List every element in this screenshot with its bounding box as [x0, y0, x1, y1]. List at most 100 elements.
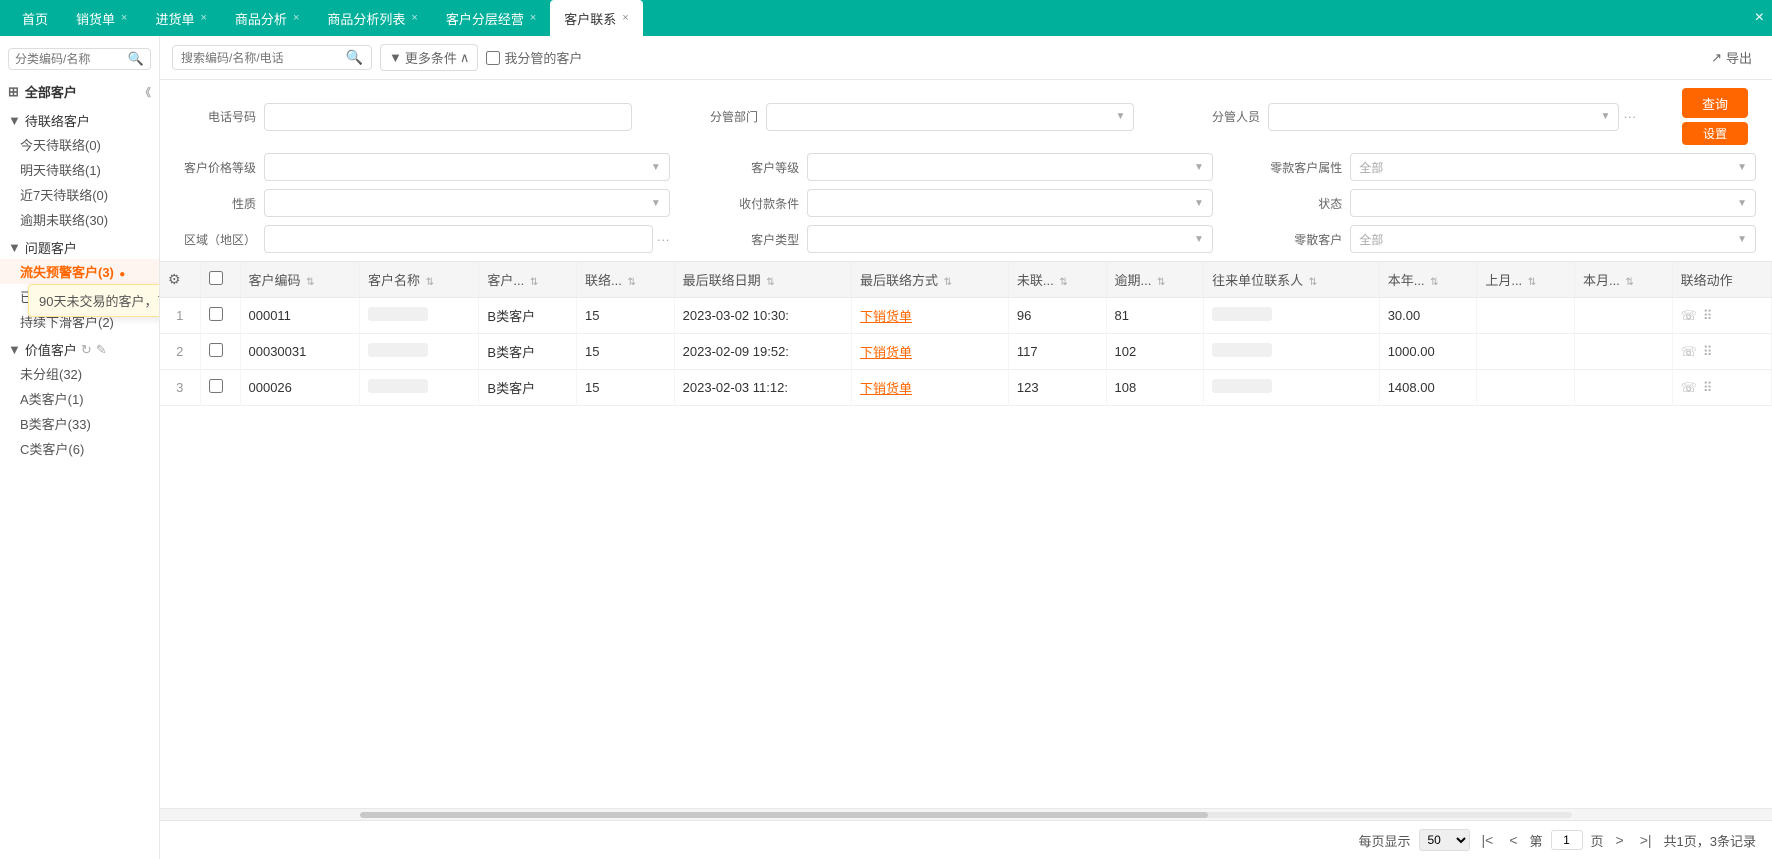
sidebar-item-7days[interactable]: 近7天待联络(0)	[0, 182, 159, 207]
nav-home[interactable]: 首页	[8, 0, 62, 36]
export-icon: ↗	[1711, 50, 1722, 66]
payment-select[interactable]: ▼	[807, 189, 1213, 217]
price-level-select[interactable]: ▼	[264, 153, 670, 181]
sort-not-contact[interactable]: ⇅	[1059, 277, 1067, 288]
last-way-link[interactable]: 下销货单	[860, 381, 912, 396]
sidebar-item-a-class[interactable]: A类客户(1)	[0, 386, 159, 411]
search-button[interactable]: 🔍	[346, 49, 363, 66]
dept-select[interactable]: ▼	[766, 103, 1134, 131]
sort-last-way[interactable]: ⇅	[944, 277, 952, 288]
sort-code[interactable]: ⇅	[306, 277, 314, 288]
customer-type-select[interactable]: ▼	[807, 225, 1213, 253]
nav-analysis[interactable]: 商品分析 ×	[221, 0, 313, 36]
gender-arrow: ▼	[651, 198, 661, 209]
phone-input[interactable]	[264, 103, 632, 131]
nav-analysis-list[interactable]: 商品分析列表 ×	[313, 0, 431, 36]
nav-sales-close[interactable]: ×	[121, 12, 127, 24]
section-problem-customers[interactable]: ▼ 问题客户	[0, 232, 159, 259]
row-select-checkbox[interactable]	[209, 343, 223, 357]
sort-last-date[interactable]: ⇅	[766, 277, 774, 288]
nav-customer-contact-close[interactable]: ×	[622, 12, 628, 24]
sidebar-item-today[interactable]: 今天待联络(0)	[0, 132, 159, 157]
row-not-contact: 123	[1008, 370, 1106, 406]
row-last-month	[1477, 298, 1575, 334]
sort-this-month[interactable]: ⇅	[1625, 277, 1633, 288]
nav-customer-contact[interactable]: 客户联系 ×	[550, 0, 642, 36]
person-select[interactable]: ▼	[1268, 103, 1619, 131]
zero-attr-select[interactable]: 全部 ▼	[1350, 153, 1756, 181]
next-page-btn[interactable]: >	[1612, 830, 1628, 850]
row-last-date: 2023-02-09 19:52:	[674, 334, 851, 370]
sort-name[interactable]: ⇅	[426, 277, 434, 288]
nav-customer-tier[interactable]: 客户分层经营 ×	[432, 0, 550, 36]
value-customers-settings-icon[interactable]: ✎	[96, 342, 107, 358]
section-pending-contact[interactable]: ▼ 待联络客户	[0, 105, 159, 132]
scrollbar-thumb[interactable]	[360, 812, 1208, 818]
sidebar-item-ungroup[interactable]: 未分组(32)	[0, 361, 159, 386]
row-this-month	[1574, 298, 1672, 334]
last-page-btn[interactable]: >|	[1636, 830, 1656, 850]
close-all-btn[interactable]: ×	[1755, 9, 1764, 27]
action-call-icon[interactable]: ☏	[1681, 344, 1697, 360]
settings-button[interactable]: 设置	[1682, 122, 1748, 145]
sort-overdue[interactable]: ⇅	[1157, 277, 1165, 288]
value-customers-edit-icon[interactable]: ↻	[81, 342, 92, 358]
sidebar-search-input[interactable]	[15, 52, 128, 66]
horizontal-scrollbar[interactable]	[160, 808, 1772, 820]
nav-customer-tier-close[interactable]: ×	[530, 12, 536, 24]
action-call-icon[interactable]: ☏	[1681, 380, 1697, 396]
region-more-icon[interactable]: ···	[657, 232, 670, 247]
all-customers-header[interactable]: ⊞ 全部客户 《	[0, 78, 159, 105]
customer-level-select[interactable]: ▼	[807, 153, 1213, 181]
action-call-icon[interactable]: ☏	[1681, 308, 1697, 324]
section-value-customers[interactable]: ▼ 价值客户 ↻ ✎	[0, 334, 159, 361]
page-input[interactable]	[1551, 830, 1583, 850]
nav-analysis-list-close[interactable]: ×	[411, 12, 417, 24]
row-num: 2	[160, 334, 200, 370]
row-contact-person	[1204, 334, 1380, 370]
filter-row-4: 区域（地区） ··· 客户类型 ▼ 零散客户	[176, 225, 1756, 253]
nav-purchase-close[interactable]: ×	[200, 12, 206, 24]
export-btn[interactable]: ↗ 导出	[1703, 45, 1760, 70]
first-page-btn[interactable]: |<	[1478, 830, 1498, 850]
query-button[interactable]: 查询	[1682, 88, 1748, 118]
person-more-icon[interactable]: ···	[1623, 109, 1636, 124]
action-more-icon[interactable]: ⠿	[1703, 380, 1713, 396]
sidebar-item-overdue[interactable]: 逾期未联络(30)	[0, 207, 159, 232]
expand-icon: ▼	[8, 113, 21, 128]
row-contact: 15	[577, 298, 675, 334]
zero-customer-select[interactable]: 全部 ▼	[1350, 225, 1756, 253]
row-select-checkbox[interactable]	[209, 307, 223, 321]
page-size-select[interactable]: 50 100	[1419, 829, 1470, 851]
sort-last-month[interactable]: ⇅	[1528, 277, 1536, 288]
sort-contact-person[interactable]: ⇅	[1309, 277, 1317, 288]
sidebar-item-b-class[interactable]: B类客户(33)	[0, 411, 159, 436]
prev-page-btn[interactable]: <	[1505, 830, 1521, 850]
sort-this-year[interactable]: ⇅	[1430, 277, 1438, 288]
more-conditions-btn[interactable]: ▼ 更多条件 ∧	[380, 44, 478, 71]
row-select-checkbox[interactable]	[209, 379, 223, 393]
region-select[interactable]	[264, 225, 653, 253]
nav-purchase[interactable]: 进货单 ×	[141, 0, 220, 36]
filter-customer-type: 客户类型 ▼	[719, 225, 1213, 253]
nav-analysis-close[interactable]: ×	[293, 12, 299, 24]
last-way-link[interactable]: 下销货单	[860, 309, 912, 324]
gender-select[interactable]: ▼	[264, 189, 670, 217]
sidebar-item-tomorrow[interactable]: 明天待联络(1)	[0, 157, 159, 182]
th-name: 客户名称 ⇅	[359, 262, 478, 298]
nav-sales[interactable]: 销货单 ×	[62, 0, 141, 36]
main-search-input[interactable]	[181, 51, 346, 65]
row-checkbox	[200, 334, 240, 370]
status-select[interactable]: ▼	[1350, 189, 1756, 217]
sidebar-item-c-class[interactable]: C类客户(6)	[0, 436, 159, 461]
sort-type[interactable]: ⇅	[530, 277, 538, 288]
table-settings-icon[interactable]: ⚙	[168, 271, 181, 287]
select-all-checkbox[interactable]	[209, 271, 223, 285]
action-more-icon[interactable]: ⠿	[1703, 308, 1713, 324]
sort-contact[interactable]: ⇅	[628, 277, 636, 288]
last-way-link[interactable]: 下销货单	[860, 345, 912, 360]
my-customers-checkbox[interactable]	[486, 51, 500, 65]
action-more-icon[interactable]: ⠿	[1703, 344, 1713, 360]
sidebar-item-churn-warning[interactable]: 流失预警客户(3) ●	[0, 259, 159, 284]
my-customers-checkbox-wrap[interactable]: 我分管的客户	[486, 48, 582, 67]
